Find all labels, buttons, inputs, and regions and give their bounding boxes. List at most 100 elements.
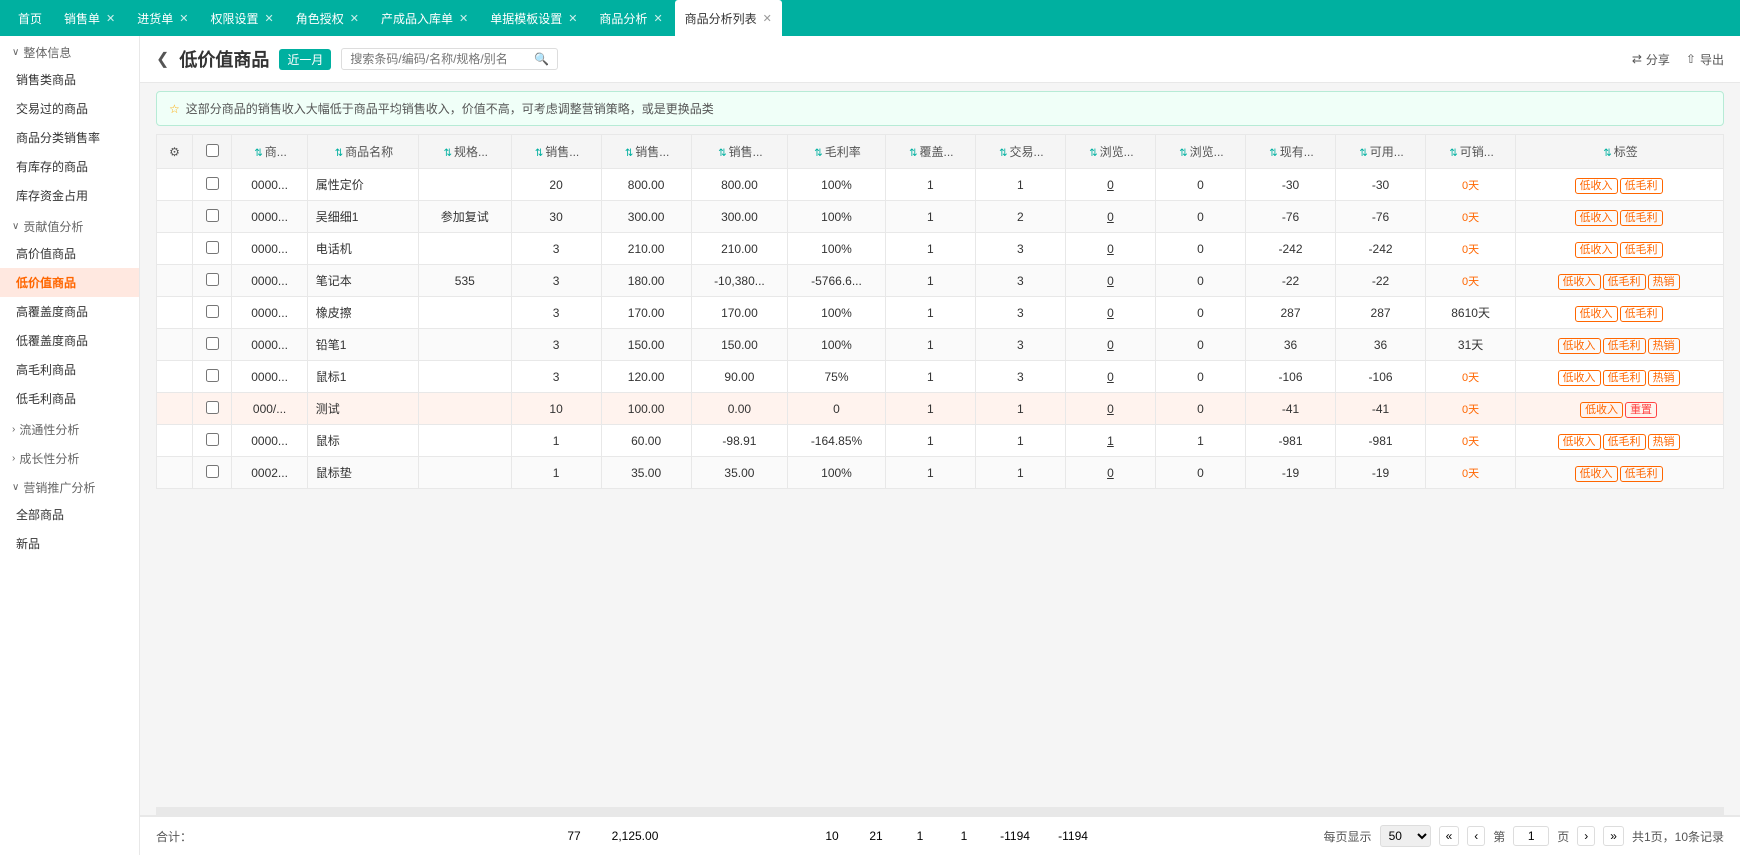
sidebar-item-high-coverage[interactable]: 高覆盖度商品: [0, 297, 139, 326]
code-cell: 0000...: [232, 169, 307, 201]
row-checkbox[interactable]: [206, 209, 219, 222]
header-left: ❮ 低价值商品 近一月 🔍: [156, 46, 558, 72]
export-button[interactable]: ⇧ 导出: [1686, 51, 1724, 68]
prev-page-button[interactable]: ‹: [1467, 826, 1485, 846]
nav-warehouse[interactable]: 产成品入库单 ✕: [371, 0, 478, 36]
tag: 热销: [1648, 370, 1680, 386]
sidebar-item-stock-goods[interactable]: 有库存的商品: [0, 152, 139, 181]
browse1-link[interactable]: 0: [1107, 178, 1114, 192]
sidebar-item-all-goods[interactable]: 全部商品: [0, 500, 139, 529]
sales-amt-cell: 170.00: [601, 297, 691, 329]
tags-cell: 低收入低毛利: [1516, 233, 1724, 265]
tag: 低收入: [1575, 306, 1618, 322]
table-row: 0000... 橡皮擦 3 170.00 170.00 100% 1 3 0 0…: [157, 297, 1724, 329]
close-icon[interactable]: ✕: [350, 12, 359, 25]
share-button[interactable]: ⇄ 分享: [1632, 51, 1670, 68]
nav-home[interactable]: 首页: [8, 0, 52, 36]
sidebar-group-marketing[interactable]: ∨ 营销推广分析: [0, 471, 139, 500]
horizontal-scrollbar[interactable]: [156, 807, 1724, 815]
row-checkbox[interactable]: [206, 465, 219, 478]
nav-purchase[interactable]: 进货单 ✕: [127, 0, 198, 36]
gross-rate-cell: 100%: [788, 329, 886, 361]
sales-amt-cell: 100.00: [601, 393, 691, 425]
row-checkbox[interactable]: [206, 305, 219, 318]
sidebar-group-contribution[interactable]: ∨ 贡献值分析: [0, 210, 139, 239]
nav-template[interactable]: 单据模板设置 ✕: [480, 0, 587, 36]
nav-analysis[interactable]: 商品分析 ✕: [589, 0, 672, 36]
trade-cell: 3: [975, 233, 1065, 265]
row-checkbox[interactable]: [206, 433, 219, 446]
row-checkbox[interactable]: [206, 177, 219, 190]
sales-qty-cell: 30: [511, 201, 601, 233]
browse1-link[interactable]: 0: [1107, 242, 1114, 256]
current-page-input[interactable]: [1513, 826, 1549, 846]
page-size-select[interactable]: 50 100 200: [1380, 825, 1431, 847]
settings-col-header[interactable]: ⚙: [157, 135, 193, 169]
close-icon[interactable]: ✕: [653, 12, 662, 25]
nav-analysis-list[interactable]: 商品分析列表 ✕: [675, 0, 782, 36]
chevron-down-icon: ∨: [12, 47, 19, 58]
close-icon[interactable]: ✕: [568, 12, 577, 25]
sidebar-item-traded-goods[interactable]: 交易过的商品: [0, 94, 139, 123]
browse1-link[interactable]: 1: [1107, 434, 1114, 448]
sidebar-item-new-goods[interactable]: 新品: [0, 529, 139, 558]
sidebar-item-low-coverage[interactable]: 低覆盖度商品: [0, 326, 139, 355]
sidebar-group-growth[interactable]: › 成长性分析: [0, 442, 139, 471]
browse1-link[interactable]: 0: [1107, 274, 1114, 288]
close-icon[interactable]: ✕: [763, 12, 772, 25]
nav-roles[interactable]: 角色授权 ✕: [286, 0, 369, 36]
row-checkbox[interactable]: [206, 241, 219, 254]
close-icon[interactable]: ✕: [106, 12, 115, 25]
browse1-link[interactable]: 0: [1107, 402, 1114, 416]
row-checkbox[interactable]: [206, 369, 219, 382]
browse1-cell: 0: [1065, 169, 1155, 201]
settings-cell: [157, 393, 193, 425]
select-all-checkbox[interactable]: [206, 144, 219, 157]
sidebar-group-circulation[interactable]: › 流通性分析: [0, 413, 139, 442]
row-checkbox[interactable]: [206, 273, 219, 286]
tag: 低毛利: [1603, 434, 1646, 450]
search-input[interactable]: [350, 52, 530, 66]
tag: 低毛利: [1620, 210, 1663, 226]
browse1-link[interactable]: 0: [1107, 370, 1114, 384]
row-checkbox[interactable]: [206, 337, 219, 350]
close-icon[interactable]: ✕: [265, 12, 274, 25]
nav-sales[interactable]: 销售单 ✕: [54, 0, 125, 36]
sidebar-item-category-rate[interactable]: 商品分类销售率: [0, 123, 139, 152]
checkbox-cell: [193, 201, 232, 233]
sales-amt-cell: 35.00: [601, 457, 691, 489]
close-icon[interactable]: ✕: [179, 12, 188, 25]
browse1-link[interactable]: 0: [1107, 306, 1114, 320]
last-page-button[interactable]: »: [1603, 826, 1624, 846]
browse2-cell: 0: [1155, 361, 1245, 393]
saleable-cell: 0天: [1426, 265, 1516, 297]
sidebar-item-high-value[interactable]: 高价值商品: [0, 239, 139, 268]
stock1-cell: -242: [1245, 233, 1335, 265]
sidebar-item-high-margin[interactable]: 高毛利商品: [0, 355, 139, 384]
next-page-button[interactable]: ›: [1577, 826, 1595, 846]
nav-permissions[interactable]: 权限设置 ✕: [200, 0, 283, 36]
sidebar-item-low-margin[interactable]: 低毛利商品: [0, 384, 139, 413]
settings-cell: [157, 361, 193, 393]
collapse-sidebar-button[interactable]: ❮: [156, 49, 169, 69]
browse2-cell: 0: [1155, 233, 1245, 265]
close-icon[interactable]: ✕: [459, 12, 468, 25]
sidebar-item-low-value[interactable]: 低价值商品: [0, 268, 139, 297]
sidebar-item-sales-goods[interactable]: 销售类商品: [0, 65, 139, 94]
browse1-link[interactable]: 0: [1107, 338, 1114, 352]
name-cell: 测试: [307, 393, 418, 425]
browse1-link[interactable]: 0: [1107, 466, 1114, 480]
settings-cell: [157, 265, 193, 297]
first-page-button[interactable]: «: [1439, 826, 1460, 846]
row-checkbox[interactable]: [206, 401, 219, 414]
tag: 低毛利: [1603, 338, 1646, 354]
code-cell: 0000...: [232, 297, 307, 329]
sidebar-group-general[interactable]: ∨ 整体信息: [0, 36, 139, 65]
filter-tag[interactable]: 近一月: [279, 49, 331, 70]
notice-bar: ☆ 这部分商品的销售收入大幅低于商品平均销售收入，价值不高，可考虑调整营销策略，…: [156, 91, 1724, 126]
sales-qty-cell: 10: [511, 393, 601, 425]
sidebar-item-stock-capital[interactable]: 库存资金占用: [0, 181, 139, 210]
browse1-link[interactable]: 0: [1107, 210, 1114, 224]
tag: 热销: [1648, 338, 1680, 354]
total-available: -1194: [1048, 829, 1098, 843]
